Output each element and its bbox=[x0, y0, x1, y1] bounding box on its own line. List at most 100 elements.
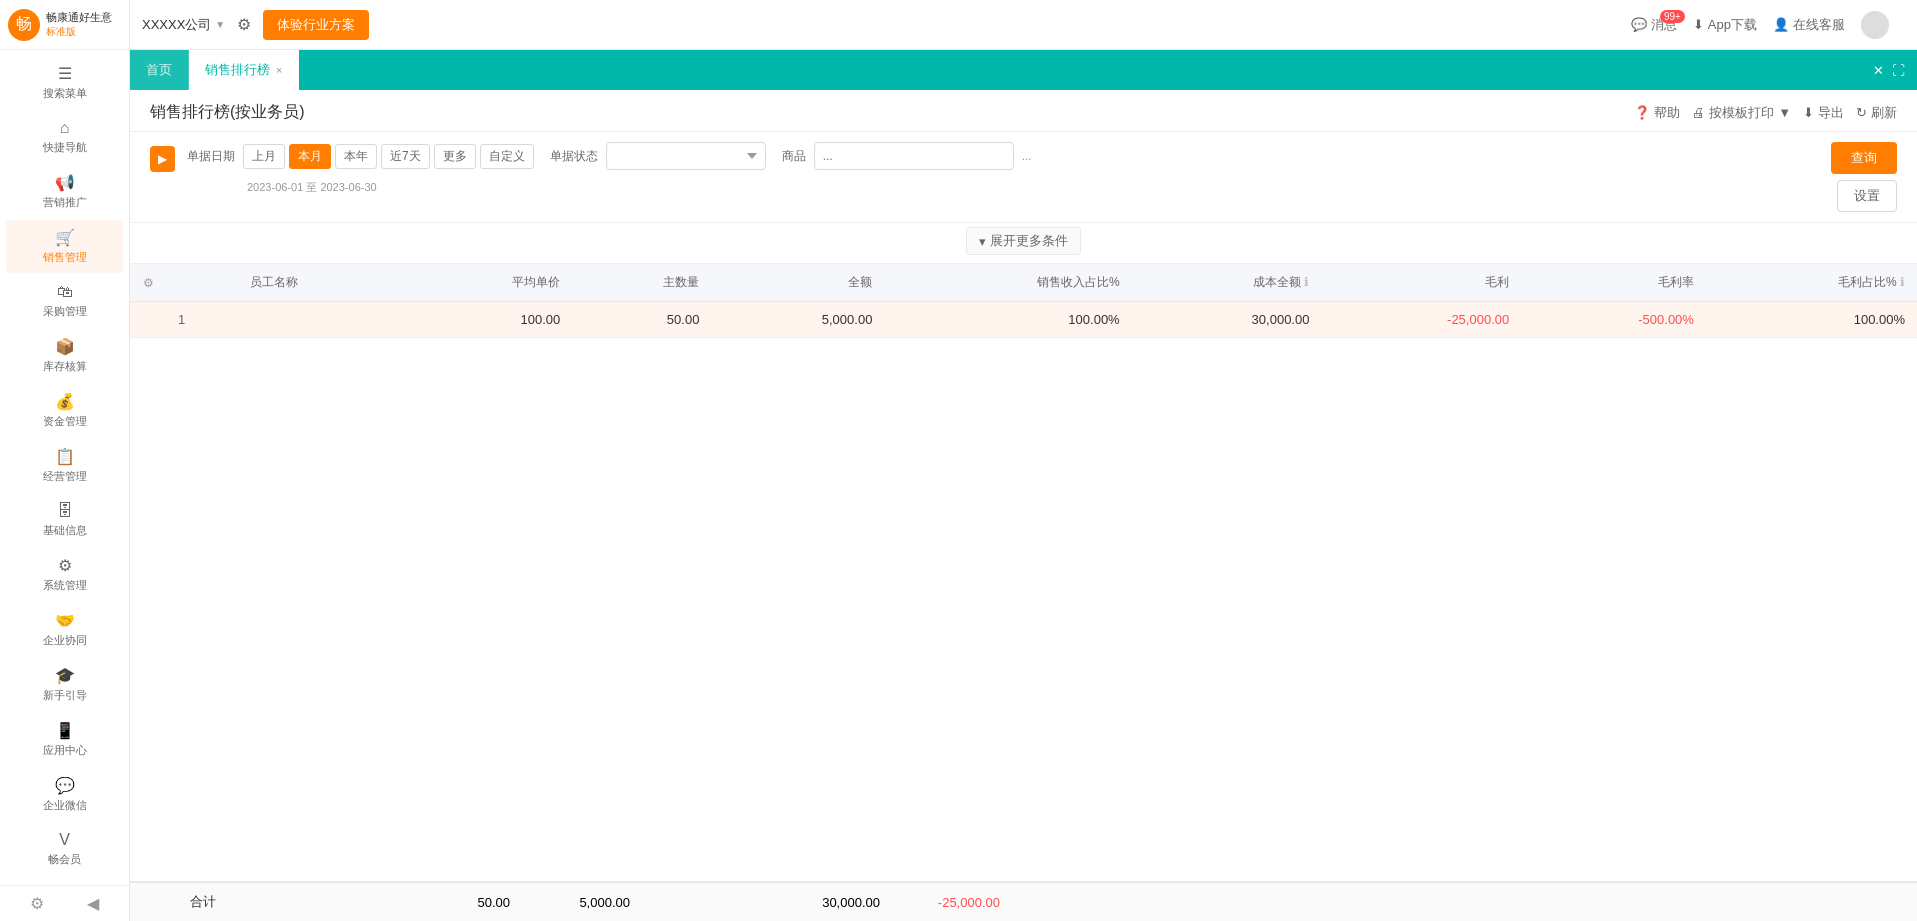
row-gross: -25,000.00 bbox=[1321, 302, 1521, 338]
tab-home[interactable]: 首页 bbox=[130, 50, 189, 90]
template-print-button[interactable]: 🖨 按模板打印 ▼ bbox=[1692, 104, 1791, 122]
sidebar-item-inventory[interactable]: 📦 库存核算 bbox=[6, 329, 123, 382]
footer-total: 5,000.00 bbox=[510, 895, 630, 910]
filter-actions-right: 查询 设置 bbox=[1831, 142, 1897, 212]
gross-pct-info-icon[interactable]: ℹ bbox=[1900, 275, 1905, 289]
status-filter-label: 单据状态 bbox=[550, 148, 598, 165]
expand-more-button[interactable]: ▾ 展开更多条件 bbox=[966, 227, 1081, 255]
sidebar-label-inventory: 库存核算 bbox=[43, 359, 87, 374]
date-btn-this-month[interactable]: 本月 bbox=[289, 144, 331, 169]
refresh-button[interactable]: ↻ 刷新 bbox=[1856, 104, 1897, 122]
logo-icon: 畅 bbox=[8, 9, 40, 41]
more-options-link[interactable]: ... bbox=[1022, 149, 1032, 163]
print-label: 按模板打印 bbox=[1709, 104, 1774, 122]
tab-close-icon[interactable]: × bbox=[276, 64, 282, 76]
row-cost: 30,000.00 bbox=[1132, 302, 1322, 338]
logo-sub-title: 标准版 bbox=[46, 25, 112, 39]
settings-footer-icon[interactable]: ⚙ bbox=[30, 894, 44, 913]
company-name: XXXXX公司 bbox=[142, 16, 211, 34]
user-avatar[interactable] bbox=[1861, 11, 1889, 39]
table-footer: 合计 50.00 5,000.00 30,000.00 -25,000.00 bbox=[130, 881, 1917, 921]
date-range-row: 2023-06-01 至 2023-06-30 bbox=[187, 180, 1831, 195]
sidebar: 畅 畅康通好生意 标准版 ☰ 搜索菜单 ⌂ 快捷导航 📢 营销推广 🛒 销售管理… bbox=[0, 0, 130, 921]
finance-icon: 💰 bbox=[55, 392, 75, 411]
sidebar-item-guide[interactable]: 🎓 新手引导 bbox=[6, 658, 123, 711]
sidebar-item-apps[interactable]: 📱 应用中心 bbox=[6, 713, 123, 766]
service-icon: 👤 bbox=[1773, 17, 1789, 32]
col-gross-header: 毛利 bbox=[1321, 264, 1521, 302]
sidebar-label-wechat: 企业微信 bbox=[43, 798, 87, 813]
goods-filter-label: 商品 bbox=[782, 148, 806, 165]
footer-cost: 30,000.00 bbox=[750, 895, 880, 910]
sidebar-item-search[interactable]: ☰ 搜索菜单 bbox=[6, 56, 123, 109]
date-btn-custom[interactable]: 自定义 bbox=[480, 144, 534, 169]
help-icon: ❓ bbox=[1634, 105, 1650, 120]
goods-input[interactable] bbox=[814, 142, 1014, 170]
apps-icon: 📱 bbox=[55, 721, 75, 740]
help-button[interactable]: ❓ 帮助 bbox=[1634, 104, 1680, 122]
footer-main-qty: 50.00 bbox=[410, 895, 510, 910]
app-download-action[interactable]: ⬇ App下载 bbox=[1693, 16, 1757, 34]
tab-minimize-icon[interactable]: ✕ bbox=[1873, 63, 1884, 78]
export-button[interactable]: ⬇ 导出 bbox=[1803, 104, 1844, 122]
date-btn-this-year[interactable]: 本年 bbox=[335, 144, 377, 169]
refresh-label: 刷新 bbox=[1871, 104, 1897, 122]
status-select[interactable] bbox=[606, 142, 766, 170]
col-cost-header: 成本全额 ℹ bbox=[1132, 264, 1322, 302]
print-dropdown-icon: ▼ bbox=[1778, 105, 1791, 120]
col-settings-header[interactable]: ⚙ bbox=[130, 264, 166, 302]
tab-sales-ranking[interactable]: 销售排行榜 × bbox=[189, 50, 299, 90]
row-name bbox=[238, 302, 405, 338]
tab-maximize-icon[interactable]: ⛶ bbox=[1892, 63, 1905, 78]
sidebar-item-basic[interactable]: 🗄 基础信息 bbox=[6, 494, 123, 546]
date-btn-last-month[interactable]: 上月 bbox=[243, 144, 285, 169]
cost-info-icon[interactable]: ℹ bbox=[1304, 275, 1309, 289]
expand-icon[interactable]: ▶ bbox=[150, 146, 175, 172]
online-service-action[interactable]: 👤 在线客服 bbox=[1773, 16, 1845, 34]
date-range-text: 2023-06-01 至 2023-06-30 bbox=[247, 180, 377, 195]
inventory-icon: 📦 bbox=[55, 337, 75, 356]
basic-icon: 🗄 bbox=[57, 502, 73, 520]
sidebar-item-shortcut[interactable]: ⌂ 快捷导航 bbox=[6, 111, 123, 163]
collab-icon: 🤝 bbox=[55, 611, 75, 630]
sidebar-item-sales[interactable]: 🛒 销售管理 bbox=[6, 220, 123, 273]
row-main-qty: 50.00 bbox=[572, 302, 711, 338]
purchase-icon: 🛍 bbox=[57, 283, 73, 301]
sidebar-item-marketing[interactable]: 📢 营销推广 bbox=[6, 165, 123, 218]
filter-fields: 单据日期 上月 本月 本年 近7天 更多 自定义 单据状态 bbox=[187, 142, 1831, 195]
collapse-sidebar-icon[interactable]: ◀ bbox=[87, 894, 99, 913]
status-filter-group: 单据状态 bbox=[550, 142, 766, 170]
filter-settings-button[interactable]: 设置 bbox=[1837, 180, 1897, 212]
message-action[interactable]: 💬 消息 99+ bbox=[1631, 16, 1677, 34]
date-btn-7days[interactable]: 近7天 bbox=[381, 144, 430, 169]
row-total: 5,000.00 bbox=[711, 302, 884, 338]
footer-total-label: 合计 bbox=[190, 893, 290, 911]
sidebar-item-purchase[interactable]: 🛍 采购管理 bbox=[6, 275, 123, 327]
sidebar-item-collab[interactable]: 🤝 企业协同 bbox=[6, 603, 123, 656]
expand-arrow-btn[interactable]: ▶ bbox=[150, 146, 175, 172]
company-selector[interactable]: XXXXX公司 ▼ bbox=[142, 16, 225, 34]
logo-app-name: 畅康通好生意 bbox=[46, 10, 112, 24]
col-gross-rate-header: 毛利率 bbox=[1521, 264, 1706, 302]
sidebar-item-operations[interactable]: 📋 经营管理 bbox=[6, 439, 123, 492]
date-btn-more[interactable]: 更多 bbox=[434, 144, 476, 169]
col-main-qty-header: 主数量 bbox=[572, 264, 711, 302]
trial-button[interactable]: 体验行业方案 bbox=[263, 10, 369, 40]
sidebar-item-finance[interactable]: 💰 资金管理 bbox=[6, 384, 123, 437]
sidebar-footer: ⚙ ◀ bbox=[0, 885, 129, 921]
sidebar-label-guide: 新手引导 bbox=[43, 688, 87, 703]
main-area: XXXXX公司 ▼ ⚙ 体验行业方案 💬 消息 99+ ⬇ App下载 👤 在线… bbox=[130, 0, 1917, 921]
tab-home-label: 首页 bbox=[146, 61, 172, 79]
sidebar-item-system[interactable]: ⚙ 系统管理 bbox=[6, 548, 123, 601]
goods-filter-group: 商品 ... bbox=[782, 142, 1032, 170]
sidebar-label-finance: 资金管理 bbox=[43, 414, 87, 429]
table-header: ⚙ 员工名称 平均单价 主数量 全额 销售收入占比% 成本全额 ℹ 毛利 毛利率 bbox=[130, 264, 1917, 302]
sidebar-item-member[interactable]: V 畅会员 bbox=[6, 823, 123, 875]
filter-row-1: 单据日期 上月 本月 本年 近7天 更多 自定义 单据状态 bbox=[187, 142, 1831, 170]
sidebar-label-sales: 销售管理 bbox=[43, 250, 87, 265]
sidebar-item-wechat[interactable]: 💬 企业微信 bbox=[6, 768, 123, 821]
col-gross-pct-header: 毛利占比% ℹ bbox=[1706, 264, 1917, 302]
col-avg-price-header: 平均单价 bbox=[405, 264, 572, 302]
topbar-settings-icon[interactable]: ⚙ bbox=[237, 15, 251, 34]
query-button[interactable]: 查询 bbox=[1831, 142, 1897, 174]
